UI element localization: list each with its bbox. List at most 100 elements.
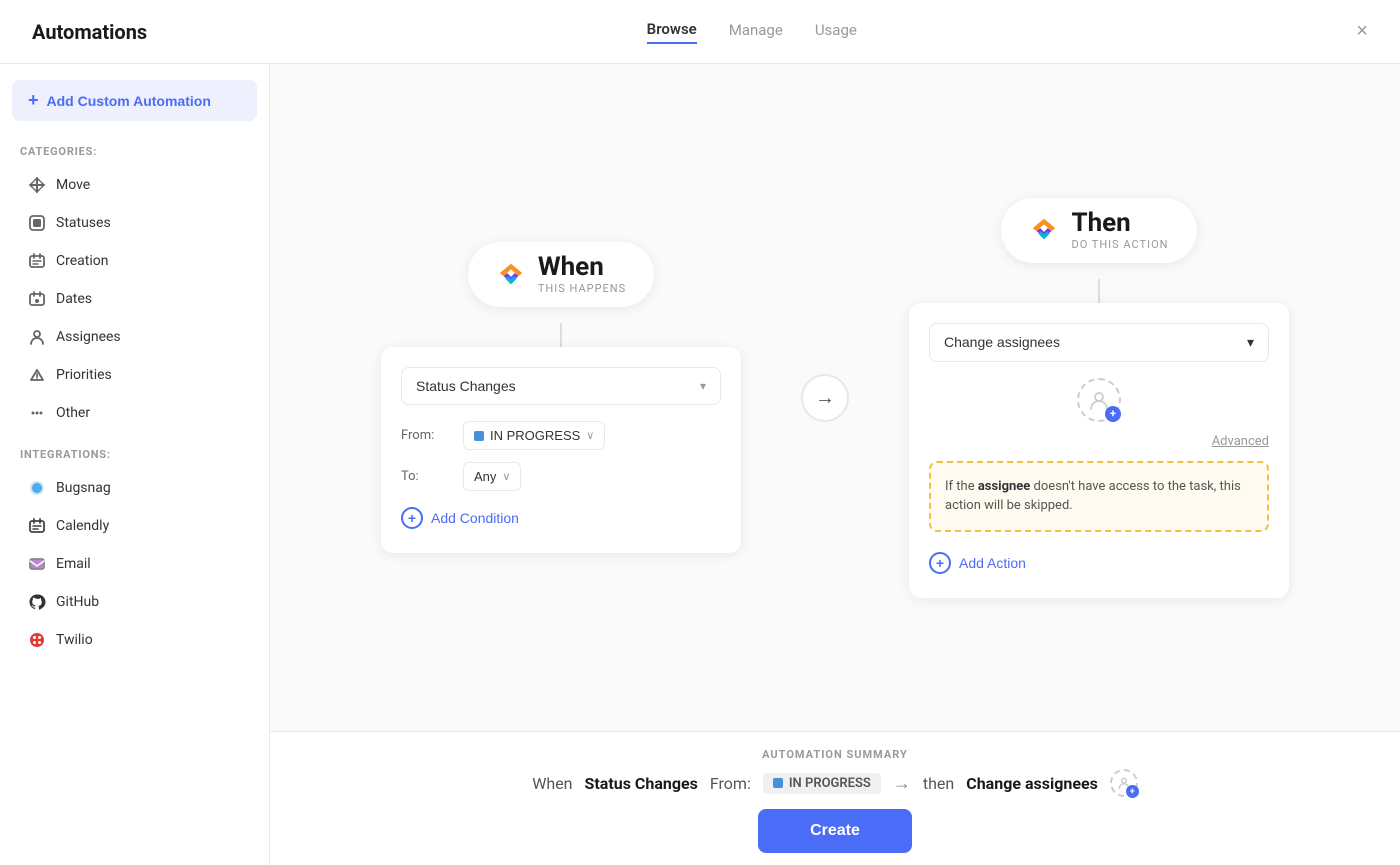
advanced-link[interactable]: Advanced [929, 434, 1269, 449]
sidebar-item-label: Bugsnag [56, 480, 111, 496]
sidebar-item-calendly[interactable]: Calendly [8, 507, 261, 545]
email-icon [28, 555, 46, 573]
assignee-placeholder: + [929, 378, 1269, 422]
from-field-row: From: IN PROGRESS ∨ [401, 421, 721, 450]
chevron-down-icon: ∨ [586, 429, 594, 442]
summary-label: AUTOMATION SUMMARY [310, 732, 1360, 769]
sidebar-item-label: GitHub [56, 594, 99, 610]
sidebar-item-label: Email [56, 556, 91, 572]
assignee-icon: + [1077, 378, 1121, 422]
summary-then-text: then [923, 774, 954, 793]
sidebar-item-label: Creation [56, 253, 108, 269]
add-action-button[interactable]: + Add Action [929, 548, 1026, 578]
sidebar-item-assignees[interactable]: Assignees [8, 318, 261, 356]
then-header: Then DO THIS ACTION [1001, 198, 1196, 263]
sidebar-item-label: Priorities [56, 367, 112, 383]
close-button[interactable]: × [1356, 20, 1368, 43]
summary-when-text: When [532, 774, 572, 793]
then-block: Then DO THIS ACTION Change assignees ▾ [909, 198, 1289, 598]
trigger-card: Status Changes ▾ From: IN PROGRESS ∨ To: [381, 347, 741, 553]
sidebar-item-priorities[interactable]: Priorities [8, 356, 261, 394]
summary-from-status: IN PROGRESS [789, 776, 871, 791]
chevron-down-icon: ▾ [1247, 334, 1254, 351]
plus-circle-icon: + [929, 552, 951, 574]
sidebar-item-label: Assignees [56, 329, 121, 345]
app-title: Automations [32, 20, 147, 44]
action-dropdown[interactable]: Change assignees ▾ [929, 323, 1269, 362]
to-field-row: To: Any ∨ [401, 462, 721, 491]
add-custom-automation-button[interactable]: + Add Custom Automation [12, 80, 257, 121]
warning-box: If the assignee doesn't have access to t… [929, 461, 1269, 532]
action-label: Change assignees [944, 334, 1060, 350]
sidebar-item-email[interactable]: Email [8, 545, 261, 583]
nav-tabs: Browse Manage Usage [647, 20, 857, 44]
warning-bold: assignee [978, 479, 1031, 494]
create-button[interactable]: Create [758, 809, 912, 853]
arrow-circle: → [801, 374, 849, 422]
tab-usage[interactable]: Usage [815, 21, 857, 43]
when-header: When THIS HAPPENS [468, 242, 654, 307]
summary-assignee-icon: + [1110, 769, 1138, 797]
creation-icon [28, 252, 46, 270]
sidebar-item-other[interactable]: Other [8, 394, 261, 432]
to-label: To: [401, 469, 451, 484]
warning-text-part1: If the [945, 479, 978, 494]
trigger-label: Status Changes [416, 378, 516, 394]
from-label: From: [401, 428, 451, 443]
sidebar-item-label: Twilio [56, 632, 93, 648]
dates-icon [28, 290, 46, 308]
arrow-connector: → [801, 374, 849, 422]
status-dot-summary [773, 778, 783, 788]
then-subtitle: DO THIS ACTION [1071, 238, 1168, 251]
to-value-dropdown[interactable]: Any ∨ [463, 462, 521, 491]
main-layout: + Add Custom Automation CATEGORIES: Move… [0, 64, 1400, 865]
plus-badge-icon: + [1105, 406, 1121, 422]
summary-arrow-icon: → [893, 773, 911, 794]
twilio-icon [28, 631, 46, 649]
tab-browse[interactable]: Browse [647, 20, 697, 44]
when-subtitle: THIS HAPPENS [538, 282, 626, 295]
sidebar-item-label: Dates [56, 291, 92, 307]
then-title: Then [1071, 210, 1168, 236]
sidebar-item-creation[interactable]: Creation [8, 242, 261, 280]
connector-line-then-top [1098, 279, 1100, 303]
main-content: When THIS HAPPENS Status Changes ▾ From: [270, 64, 1400, 865]
clickup-then-icon [1029, 215, 1059, 245]
from-status-label: IN PROGRESS [490, 428, 580, 443]
sidebar-item-label: Statuses [56, 215, 111, 231]
trigger-dropdown[interactable]: Status Changes ▾ [401, 367, 721, 405]
sidebar-item-dates[interactable]: Dates [8, 280, 261, 318]
action-card: Change assignees ▾ + Advanced [909, 303, 1289, 598]
priorities-icon [28, 366, 46, 384]
integrations-label: INTEGRATIONS: [0, 432, 269, 469]
summary-plus-badge: + [1126, 785, 1139, 798]
clickup-when-icon [496, 260, 526, 290]
connector-line-top [560, 323, 562, 347]
bugsnag-icon [28, 479, 46, 497]
canvas-area: When THIS HAPPENS Status Changes ▾ From: [270, 64, 1400, 731]
add-action-label: Add Action [959, 555, 1026, 571]
summary-trigger-bold: Status Changes [585, 774, 698, 793]
sidebar-item-twilio[interactable]: Twilio [8, 621, 261, 659]
sidebar-item-label: Move [56, 177, 90, 193]
header: Automations Browse Manage Usage × [0, 0, 1400, 64]
move-icon [28, 176, 46, 194]
sidebar-item-move[interactable]: Move [8, 166, 261, 204]
summary-bar: AUTOMATION SUMMARY When Status Changes F… [270, 731, 1400, 865]
sidebar-item-bugsnag[interactable]: Bugsnag [8, 469, 261, 507]
add-condition-button[interactable]: + Add Condition [401, 503, 519, 533]
when-header-text: When THIS HAPPENS [538, 254, 626, 295]
plus-circle-icon: + [401, 507, 423, 529]
right-arrow-icon: → [815, 385, 835, 410]
chevron-down-icon: ∨ [502, 470, 510, 483]
from-value-dropdown[interactable]: IN PROGRESS ∨ [463, 421, 605, 450]
github-icon [28, 593, 46, 611]
chevron-down-icon: ▾ [700, 379, 706, 393]
tab-manage[interactable]: Manage [729, 21, 783, 43]
assignees-icon [28, 328, 46, 346]
add-condition-label: Add Condition [431, 510, 519, 526]
sidebar-item-statuses[interactable]: Statuses [8, 204, 261, 242]
plus-icon: + [28, 90, 39, 111]
sidebar-item-github[interactable]: GitHub [8, 583, 261, 621]
summary-status-badge: IN PROGRESS [763, 773, 881, 794]
